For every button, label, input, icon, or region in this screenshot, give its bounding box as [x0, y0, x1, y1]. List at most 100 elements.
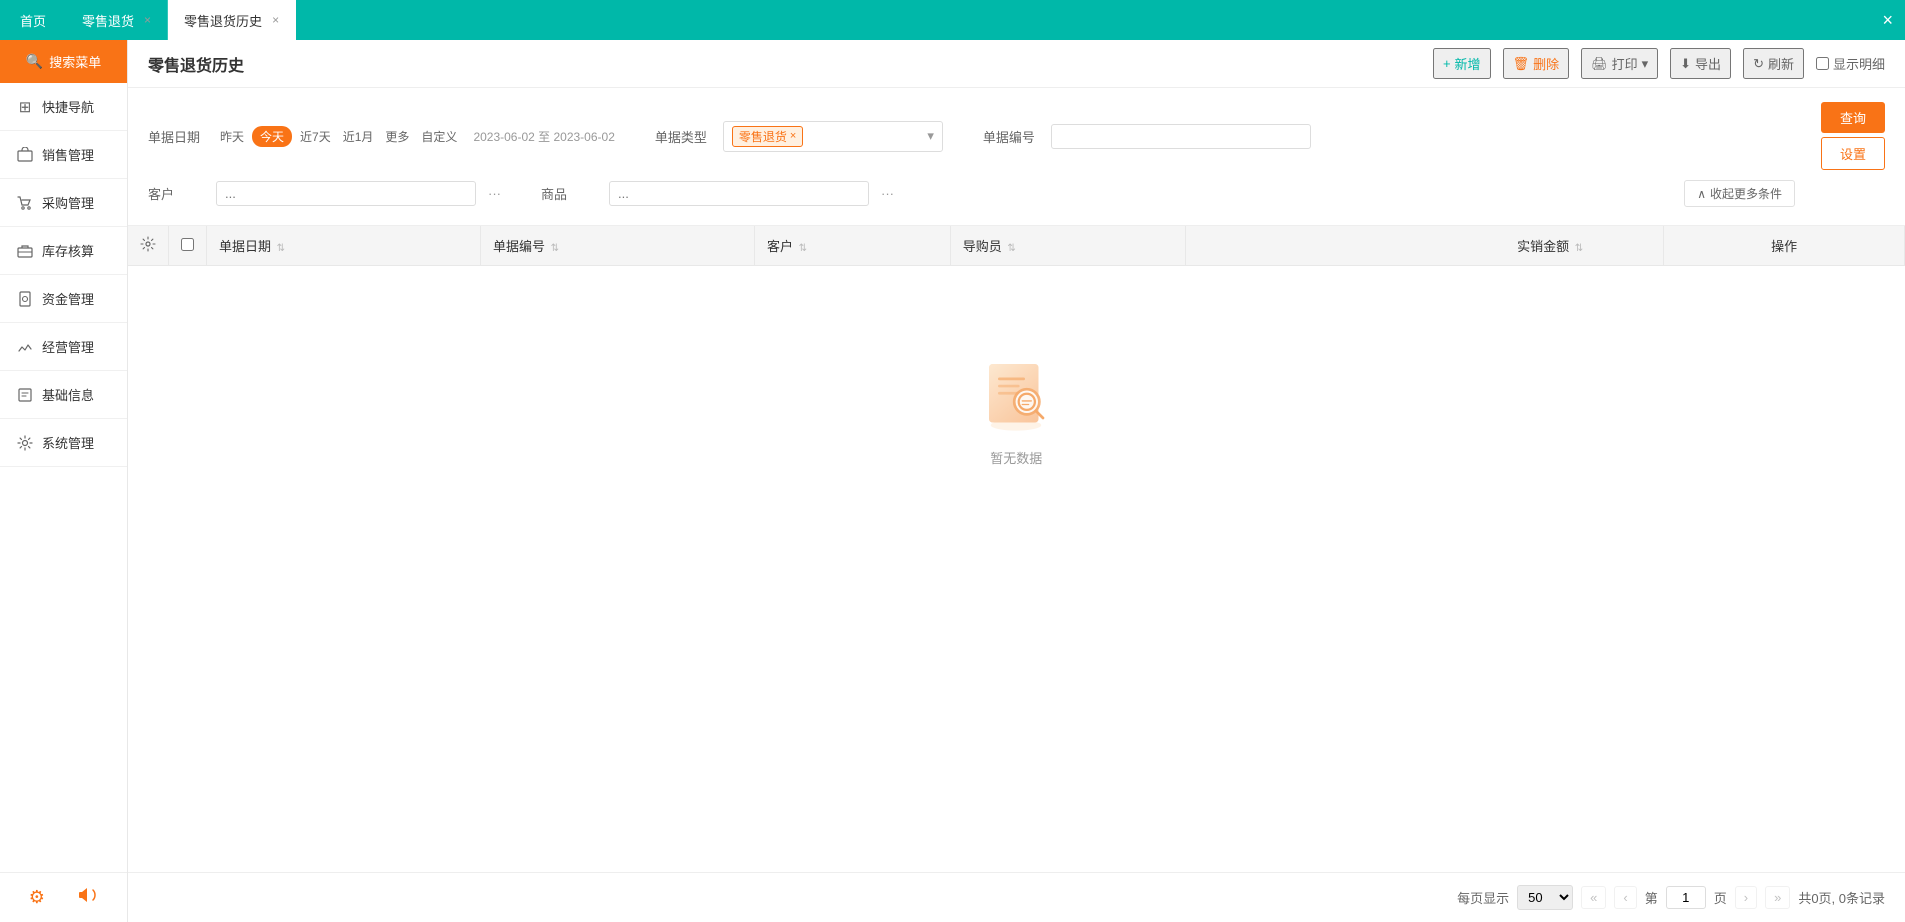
data-table: 单据日期 ⇅ 单据编号 ⇅ 客户 ⇅ 导购员 ⇅ — [128, 226, 1905, 547]
date-1month[interactable]: 近1月 — [339, 126, 378, 147]
goods-filter: 商品 ··· — [541, 181, 894, 206]
bill-type-dropdown-icon[interactable]: ▾ — [927, 128, 934, 144]
page-title: 零售退货历史 — [148, 52, 244, 76]
delete-icon: 🗑 — [1513, 56, 1530, 72]
tab-retail-return-close[interactable]: × — [144, 13, 151, 27]
sidebar-item-sales-mgmt[interactable]: 销售管理 — [0, 131, 127, 179]
last-page-button[interactable]: » — [1765, 886, 1790, 909]
th-bill-no[interactable]: 单据编号 ⇅ — [480, 226, 754, 266]
date-filter: 单据日期 昨天 今天 近7天 近1月 更多 自定义 2023-06-02 至 2… — [148, 126, 615, 147]
th-settings[interactable] — [128, 226, 169, 266]
tab-bar: 首页 零售退货 × 零售退货历史 × — [0, 0, 1870, 40]
empty-state: 暂无数据 — [128, 266, 1905, 547]
th-guide-label: 导购员 — [963, 239, 1002, 254]
date-7days[interactable]: 近7天 — [296, 126, 335, 147]
total-info: 共0页, 0条记录 — [1798, 888, 1885, 907]
tab-retail-return-history-close[interactable]: × — [272, 13, 279, 27]
th-guide[interactable]: 导购员 ⇅ — [950, 226, 1185, 266]
export-icon: ⬇ — [1680, 56, 1691, 72]
tab-retail-return[interactable]: 零售退货 × — [66, 0, 168, 40]
pagination-bar: 每页显示 10 20 50 100 « ‹ 第 页 › » 共0页, 0条记录 — [128, 872, 1905, 922]
sidebar-item-purchase-mgmt[interactable]: 采购管理 — [0, 179, 127, 227]
refresh-button[interactable]: ↻ 刷新 — [1743, 48, 1804, 79]
show-detail-checkbox[interactable] — [1816, 57, 1829, 70]
date-custom[interactable]: 自定义 — [417, 126, 461, 147]
filter-row-1: 单据日期 昨天 今天 近7天 近1月 更多 自定义 2023-06-02 至 2… — [148, 102, 1885, 170]
sidebar-top: 🔍 搜索菜单 ⊞ 快捷导航 销售管理 采购管理 — [0, 40, 127, 467]
top-bar-right: × — [1870, 10, 1905, 31]
print-icon: 🖨 — [1591, 56, 1608, 72]
tab-retail-return-label: 零售退货 — [82, 11, 134, 30]
th-customer[interactable]: 客户 ⇅ — [754, 226, 950, 266]
basic-info-icon — [16, 386, 34, 404]
th-date[interactable]: 单据日期 ⇅ — [207, 226, 481, 266]
quick-nav-icon: ⊞ — [16, 98, 34, 116]
prev-page-button[interactable]: ‹ — [1614, 886, 1636, 909]
collapse-button[interactable]: ∧ 收起更多条件 — [1684, 180, 1795, 207]
th-customer-sort-icon: ⇅ — [799, 243, 807, 254]
bill-type-select[interactable]: 零售退货 × ▾ — [723, 121, 943, 152]
sidebar-item-operation[interactable]: 经营管理 — [0, 323, 127, 371]
empty-state-row: 暂无数据 — [128, 266, 1905, 548]
next-page-button[interactable]: › — [1735, 886, 1757, 909]
content-area: 零售退货历史 + 新增 🗑 删除 🖨 打印 ▾ ⬇ 导出 — [128, 40, 1905, 922]
operation-icon — [16, 338, 34, 356]
sidebar-item-label: 库存核算 — [42, 241, 94, 260]
show-detail-label: 显示明细 — [1833, 54, 1885, 73]
bill-no-input[interactable] — [1051, 124, 1311, 149]
customer-label: 客户 — [148, 184, 208, 203]
select-all-checkbox[interactable] — [181, 238, 194, 251]
th-amount[interactable]: 实销金额 ⇅ — [1185, 226, 1664, 266]
sidebar-item-finance[interactable]: 资金管理 — [0, 275, 127, 323]
setting-button[interactable]: 设置 — [1821, 137, 1885, 170]
sidebar-item-label: 系统管理 — [42, 433, 94, 452]
tab-home[interactable]: 首页 — [0, 0, 66, 40]
bill-type-tag-close[interactable]: × — [790, 130, 796, 142]
export-label: 导出 — [1695, 54, 1721, 73]
settings-gear-icon[interactable]: ⚙ — [29, 887, 45, 908]
tab-retail-return-history[interactable]: 零售退货历史 × — [168, 0, 296, 40]
customer-input[interactable] — [216, 181, 476, 206]
sidebar: 🔍 搜索菜单 ⊞ 快捷导航 销售管理 采购管理 — [0, 40, 128, 922]
refresh-icon: ↻ — [1753, 56, 1764, 72]
inventory-icon — [16, 242, 34, 260]
th-bill-no-sort-icon: ⇅ — [551, 243, 559, 254]
date-today[interactable]: 今天 — [252, 126, 292, 147]
content-header: 零售退货历史 + 新增 🗑 删除 🖨 打印 ▾ ⬇ 导出 — [128, 40, 1905, 88]
sidebar-item-inventory[interactable]: 库存核算 — [0, 227, 127, 275]
goods-search-icon[interactable]: ··· — [881, 186, 894, 201]
date-range-display: 2023-06-02 至 2023-06-02 — [473, 128, 614, 145]
bill-type-tag-text: 零售退货 — [739, 128, 787, 145]
page-number-input[interactable] — [1666, 886, 1706, 909]
date-yesterday[interactable]: 昨天 — [216, 126, 248, 147]
tab-retail-return-history-label: 零售退货历史 — [184, 11, 262, 30]
first-page-button[interactable]: « — [1581, 886, 1606, 909]
sidebar-item-quick-nav[interactable]: ⊞ 快捷导航 — [0, 83, 127, 131]
page-unit: 页 — [1714, 888, 1727, 907]
table-body: 暂无数据 — [128, 266, 1905, 548]
sidebar-item-system[interactable]: 系统管理 — [0, 419, 127, 467]
filter-row-2: 客户 ··· 商品 ··· ∧ 收起更多条件 — [148, 180, 1885, 207]
print-button[interactable]: 🖨 打印 ▾ — [1581, 48, 1658, 79]
query-button[interactable]: 查询 — [1821, 102, 1885, 133]
bill-no-filter: 单据编号 — [983, 124, 1311, 149]
window-close-icon[interactable]: × — [1882, 10, 1893, 31]
goods-input[interactable] — [609, 181, 869, 206]
date-more[interactable]: 更多 — [381, 126, 413, 147]
delete-button[interactable]: 🗑 删除 — [1503, 48, 1570, 79]
search-menu-button[interactable]: 🔍 搜索菜单 — [0, 40, 127, 83]
th-guide-sort-icon: ⇅ — [1007, 243, 1015, 254]
per-page-select[interactable]: 10 20 50 100 — [1517, 885, 1573, 910]
bill-type-filter: 单据类型 零售退货 × ▾ — [655, 121, 943, 152]
search-icon: 🔍 — [26, 53, 43, 70]
sidebar-item-basic-info[interactable]: 基础信息 — [0, 371, 127, 419]
export-button[interactable]: ⬇ 导出 — [1670, 48, 1731, 79]
main-layout: 🔍 搜索菜单 ⊞ 快捷导航 销售管理 采购管理 — [0, 40, 1905, 922]
bill-type-label: 单据类型 — [655, 127, 715, 146]
customer-search-icon[interactable]: ··· — [488, 186, 501, 201]
add-button[interactable]: + 新增 — [1433, 48, 1491, 79]
th-amount-sort-icon: ⇅ — [1575, 243, 1583, 254]
speaker-icon[interactable] — [78, 885, 98, 910]
collapse-label: 收起更多条件 — [1710, 185, 1782, 202]
th-checkbox[interactable] — [169, 226, 207, 266]
